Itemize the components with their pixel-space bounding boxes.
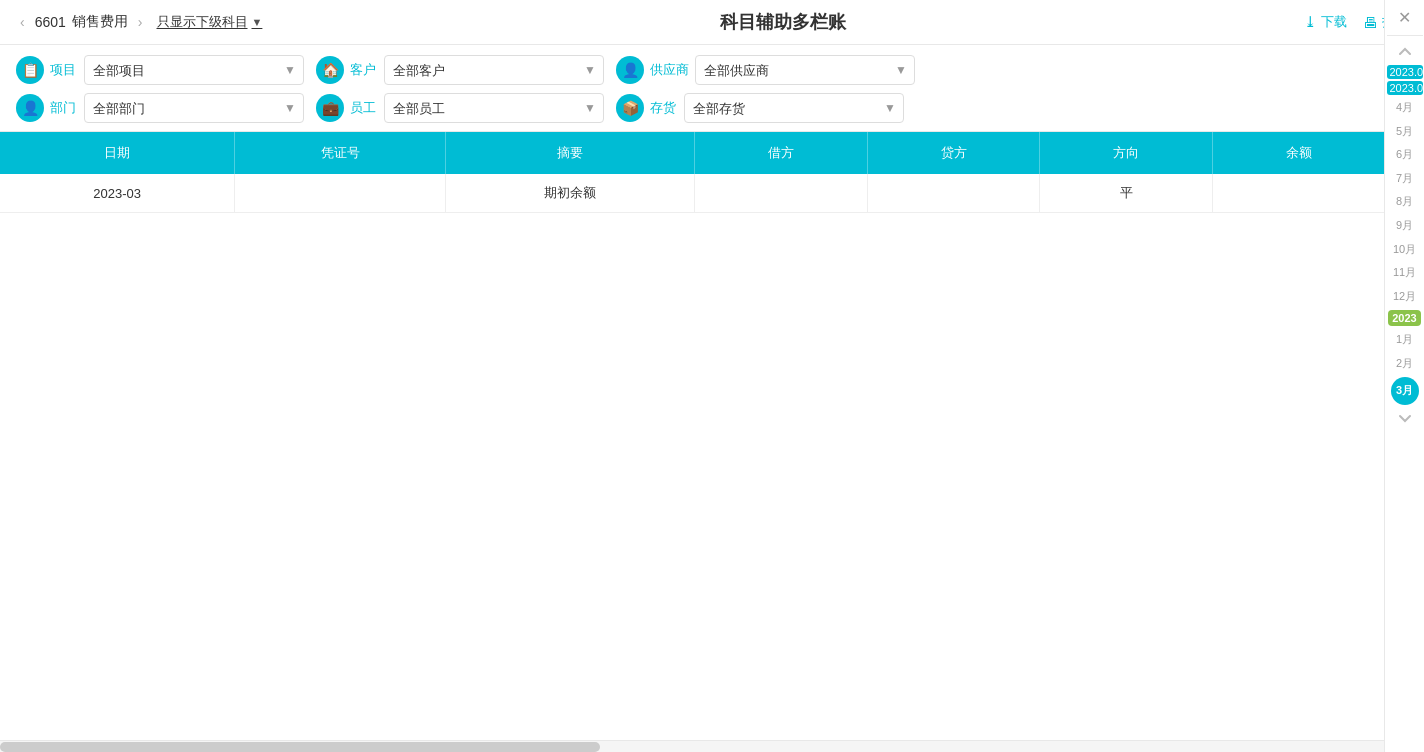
inventory-select-wrapper: 全部存货 ▼ — [684, 93, 904, 123]
month-item-10[interactable]: 10月 — [1387, 238, 1423, 262]
inventory-icon: 📦 — [616, 94, 644, 122]
project-select-wrapper: 全部项目 ▼ — [84, 55, 304, 85]
download-button[interactable]: ⤓ 下载 — [1304, 13, 1347, 31]
department-label: 部门 — [50, 99, 78, 117]
cell-credit — [867, 174, 1040, 213]
show-sub-arrow-icon: ▼ — [252, 16, 263, 28]
department-icon: 👤 — [16, 94, 44, 122]
filter-item-inventory: 📦 存货 全部存货 ▼ — [616, 93, 904, 123]
account-nav: ‹ 6601 销售费用 › — [16, 12, 147, 32]
supplier-label: 供应商 — [650, 61, 689, 79]
month-active-top-2[interactable]: 2023.03 — [1387, 81, 1423, 95]
download-icon: ⤓ — [1304, 13, 1317, 31]
filter-area: 📋 项目 全部项目 ▼ 🏠 客户 全部客户 ▼ — [0, 45, 1424, 132]
data-table: 日期 凭证号 摘要 借方 贷方 方向 余额 2023-03 期初余额 平 — [0, 132, 1384, 213]
page-wrapper: ‹ 6601 销售费用 › 只显示下级科目 ▼ 科目辅助多栏账 ⤓ 下载 🖶 打… — [0, 0, 1424, 752]
supplier-select[interactable]: 全部供应商 — [695, 55, 915, 85]
filter-item-project: 📋 项目 全部项目 ▼ — [16, 55, 304, 85]
employee-select-wrapper: 全部员工 ▼ — [384, 93, 604, 123]
col-debit: 借方 — [695, 132, 868, 174]
scroll-down-button[interactable] — [1387, 406, 1423, 430]
cell-balance — [1213, 174, 1384, 213]
next-account-btn[interactable]: › — [134, 12, 147, 32]
table-header-row: 日期 凭证号 摘要 借方 贷方 方向 余额 — [0, 132, 1384, 174]
month-item-8[interactable]: 8月 — [1387, 190, 1423, 214]
top-bar: ‹ 6601 销售费用 › 只显示下级科目 ▼ 科目辅助多栏账 ⤓ 下载 🖶 打… — [0, 0, 1424, 45]
filter-item-customer: 🏠 客户 全部客户 ▼ — [316, 55, 604, 85]
project-label: 项目 — [50, 61, 78, 79]
supplier-select-wrapper: 全部供应商 ▼ — [695, 55, 915, 85]
month-item-5[interactable]: 5月 — [1387, 120, 1423, 144]
chevron-up-icon — [1398, 45, 1412, 59]
filter-item-supplier: 👤 供应商 全部供应商 ▼ — [616, 55, 915, 85]
inventory-label: 存货 — [650, 99, 678, 117]
employee-select[interactable]: 全部员工 — [384, 93, 604, 123]
scroll-up-button[interactable] — [1387, 40, 1423, 64]
col-balance: 余额 — [1213, 132, 1384, 174]
prev-account-btn[interactable]: ‹ — [16, 12, 29, 32]
month-active-top-1[interactable]: 2023.03 — [1387, 65, 1423, 79]
month-item-4[interactable]: 4月 — [1387, 96, 1423, 120]
cell-debit — [695, 174, 868, 213]
supplier-icon: 👤 — [616, 56, 644, 84]
col-credit: 贷方 — [867, 132, 1040, 174]
customer-select-wrapper: 全部客户 ▼ — [384, 55, 604, 85]
employee-label: 员工 — [350, 99, 378, 117]
project-select[interactable]: 全部项目 — [84, 55, 304, 85]
side-panel: ✕ 2023.03 2023.03 4月 5月 6月 7月 8月 9月 10月 … — [1384, 0, 1424, 752]
col-date: 日期 — [0, 132, 235, 174]
month-item-9[interactable]: 9月 — [1387, 214, 1423, 238]
filter-item-employee: 💼 员工 全部员工 ▼ — [316, 93, 604, 123]
cell-direction: 平 — [1040, 174, 1213, 213]
month-item-7[interactable]: 7月 — [1387, 167, 1423, 191]
col-voucher: 凭证号 — [235, 132, 446, 174]
account-name: 销售费用 — [72, 13, 128, 31]
customer-icon: 🏠 — [316, 56, 344, 84]
customer-select[interactable]: 全部客户 — [384, 55, 604, 85]
cell-summary: 期初余额 — [446, 174, 695, 213]
filter-item-department: 👤 部门 全部部门 ▼ — [16, 93, 304, 123]
show-sub-button[interactable]: 只显示下级科目 ▼ — [157, 13, 263, 31]
department-select-wrapper: 全部部门 ▼ — [84, 93, 304, 123]
close-button[interactable]: ✕ — [1387, 0, 1423, 36]
table-container[interactable]: 日期 凭证号 摘要 借方 贷方 方向 余额 2023-03 期初余额 平 — [0, 132, 1424, 740]
table-row: 2023-03 期初余额 平 — [0, 174, 1384, 213]
department-select[interactable]: 全部部门 — [84, 93, 304, 123]
cell-voucher — [235, 174, 446, 213]
month-item-2[interactable]: 2月 — [1387, 352, 1423, 376]
month-item-12[interactable]: 12月 — [1387, 285, 1423, 309]
project-icon: 📋 — [16, 56, 44, 84]
chevron-down-icon — [1398, 411, 1412, 425]
horizontal-scrollbar[interactable] — [0, 740, 1384, 752]
month-item-6[interactable]: 6月 — [1387, 143, 1423, 167]
print-icon: 🖶 — [1363, 14, 1378, 31]
customer-label: 客户 — [350, 61, 378, 79]
month-item-1[interactable]: 1月 — [1387, 328, 1423, 352]
cell-date: 2023-03 — [0, 174, 235, 213]
filter-row-1: 📋 项目 全部项目 ▼ 🏠 客户 全部客户 ▼ — [16, 55, 1408, 85]
inventory-select[interactable]: 全部存货 — [684, 93, 904, 123]
page-title: 科目辅助多栏账 — [272, 10, 1294, 34]
month-nav: 2023.03 2023.03 4月 5月 6月 7月 8月 9月 10月 11… — [1387, 36, 1423, 752]
year-badge[interactable]: 2023 — [1388, 310, 1420, 326]
month-item-3-active[interactable]: 3月 — [1391, 377, 1419, 405]
account-code: 6601 — [35, 14, 66, 30]
col-summary: 摘要 — [446, 132, 695, 174]
scroll-thumb[interactable] — [0, 742, 600, 752]
month-item-11[interactable]: 11月 — [1387, 261, 1423, 285]
col-direction: 方向 — [1040, 132, 1213, 174]
employee-icon: 💼 — [316, 94, 344, 122]
filter-row-2: 👤 部门 全部部门 ▼ 💼 员工 全部员工 ▼ — [16, 93, 1408, 123]
